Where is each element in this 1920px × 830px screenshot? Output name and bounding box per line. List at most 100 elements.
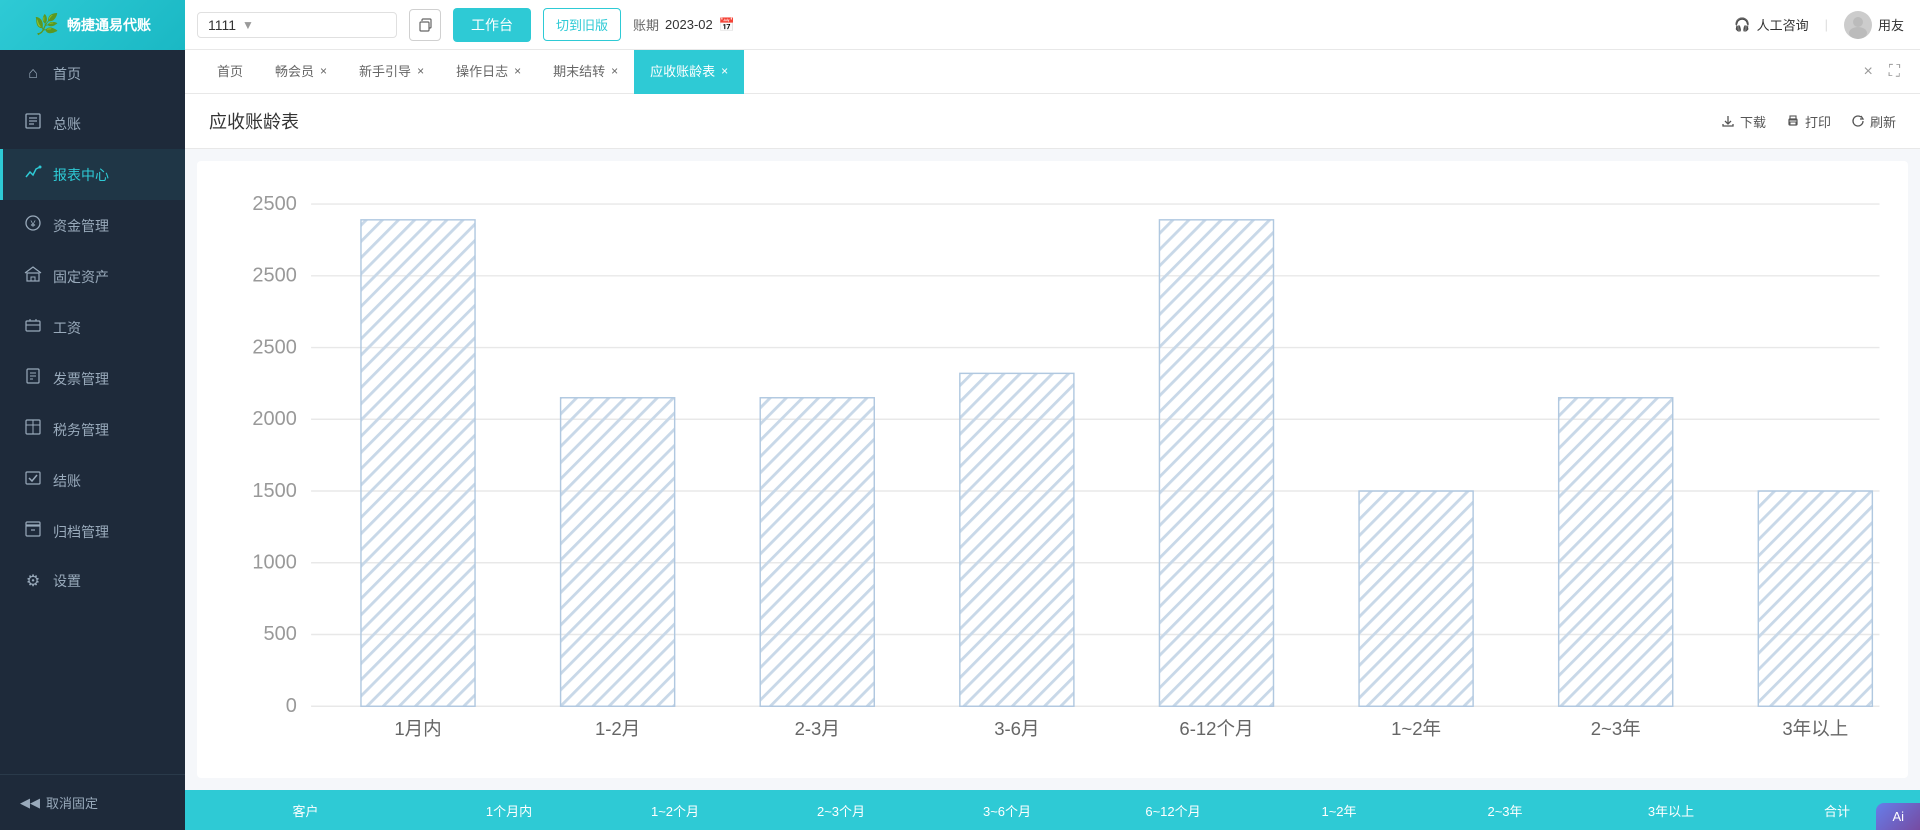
- user-area[interactable]: 用友: [1844, 11, 1904, 39]
- sidebar-item-funds[interactable]: ¥ 资金管理: [0, 200, 185, 251]
- tab-label: 操作日志: [456, 61, 508, 80]
- svg-text:3年以上: 3年以上: [1782, 718, 1848, 739]
- dropdown-arrow-icon: ▼: [242, 18, 254, 32]
- company-name: 1111: [208, 17, 236, 33]
- page-actions: 下载 打印: [1721, 112, 1896, 131]
- table-col-3-6m: 3~6个月: [924, 801, 1090, 820]
- fullscreen-tab-button[interactable]: ⛶: [1885, 59, 1904, 85]
- sidebar-item-checkout[interactable]: 结账: [0, 455, 185, 506]
- tab-close-icon[interactable]: ×: [320, 65, 327, 77]
- consult-area[interactable]: 🎧 人工咨询: [1734, 15, 1808, 34]
- tab-close-icon[interactable]: ×: [721, 65, 728, 77]
- sidebar-item-label: 工资: [53, 318, 81, 338]
- assets-icon: [23, 265, 43, 288]
- table-col-6-12m: 6~12个月: [1090, 801, 1256, 820]
- sidebar-item-salary[interactable]: 工资: [0, 302, 185, 353]
- sidebar-item-home[interactable]: ⌂ 首页: [0, 50, 185, 98]
- page-header: 应收账龄表 下载: [185, 94, 1920, 149]
- download-label: 下载: [1740, 112, 1766, 131]
- cancel-fixed-label: 取消固定: [46, 793, 98, 812]
- tabs-actions: × ⛶: [1859, 59, 1904, 85]
- sidebar-item-ledger[interactable]: 总账: [0, 98, 185, 149]
- svg-text:500: 500: [264, 623, 297, 645]
- tab-close-icon[interactable]: ×: [417, 65, 424, 77]
- svg-text:2500: 2500: [252, 264, 296, 286]
- svg-text:3-6月: 3-6月: [994, 718, 1039, 739]
- sidebar-item-label: 资金管理: [53, 216, 109, 236]
- sidebar-item-tax[interactable]: 税务管理: [0, 404, 185, 455]
- reports-icon: [23, 163, 43, 186]
- print-icon: [1786, 114, 1800, 128]
- tab-oplog[interactable]: 操作日志 ×: [440, 50, 537, 94]
- table-header-bar: 客户 1个月内 1~2个月 2~3个月 3~6个月 6~12个月 1~2年 2~…: [185, 790, 1920, 830]
- tab-label: 应收账龄表: [650, 61, 715, 80]
- sidebar-item-label: 设置: [53, 571, 81, 591]
- sidebar-item-label: 结账: [53, 471, 81, 491]
- tab-label: 期末结转: [553, 61, 605, 80]
- pin-icon: ◀◀: [20, 795, 40, 811]
- headset-icon: 🎧: [1734, 17, 1750, 33]
- tab-guide[interactable]: 新手引导 ×: [343, 50, 440, 94]
- svg-text:0: 0: [286, 695, 297, 717]
- funds-icon: ¥: [23, 214, 43, 237]
- tab-label: 首页: [217, 61, 243, 80]
- print-label: 打印: [1805, 112, 1831, 131]
- table-col-1-2y: 1~2年: [1256, 801, 1422, 820]
- svg-text:1~2年: 1~2年: [1391, 718, 1441, 739]
- refresh-button[interactable]: 刷新: [1851, 112, 1896, 131]
- company-selector[interactable]: 1111 ▼: [197, 12, 397, 38]
- consult-label: 人工咨询: [1757, 15, 1809, 34]
- sidebar-bottom: ◀◀ 取消固定: [0, 774, 185, 830]
- tab-home[interactable]: 首页: [201, 50, 259, 94]
- page-title: 应收账龄表: [209, 108, 299, 134]
- home-icon: ⌂: [23, 65, 43, 83]
- calendar-icon[interactable]: 📅: [719, 17, 735, 33]
- tab-close-icon[interactable]: ×: [611, 65, 618, 77]
- content-area: 首页 畅会员 × 新手引导 × 操作日志 × 期末结转 × 应收账龄表 ×: [185, 50, 1920, 830]
- header-divider: |: [1825, 17, 1828, 32]
- sidebar-item-label: 发票管理: [53, 369, 109, 389]
- tab-member[interactable]: 畅会员 ×: [259, 50, 343, 94]
- refresh-icon: [1851, 114, 1865, 128]
- table-col-1m: 1个月内: [426, 801, 592, 820]
- table-col-2-3y: 2~3年: [1422, 801, 1588, 820]
- sidebar-item-reports[interactable]: 报表中心: [0, 149, 185, 200]
- tab-ar-aging[interactable]: 应收账龄表 ×: [634, 50, 744, 94]
- sidebar-item-settings[interactable]: ⚙ 设置: [0, 557, 185, 605]
- workbench-button[interactable]: 工作台: [453, 8, 531, 42]
- logo-icon: 🌿: [34, 12, 59, 37]
- chart-area: 2500 2500 2500 2000 1500 1000 500 0: [197, 161, 1908, 778]
- switch-version-button[interactable]: 切到旧版: [543, 8, 621, 41]
- sidebar-item-label: 固定资产: [53, 267, 109, 287]
- period-label: 账期: [633, 15, 659, 34]
- ai-label: Ai: [1892, 809, 1904, 824]
- sidebar-item-label: 首页: [53, 64, 81, 84]
- tab-close-icon[interactable]: ×: [514, 65, 521, 77]
- avatar: [1844, 11, 1872, 39]
- checkout-icon: [23, 469, 43, 492]
- sidebar-item-invoice[interactable]: 发票管理: [0, 353, 185, 404]
- sidebar-item-archive[interactable]: 归档管理: [0, 506, 185, 557]
- archive-icon: [23, 520, 43, 543]
- download-icon: [1721, 114, 1735, 128]
- settings-icon: ⚙: [23, 571, 43, 591]
- print-button[interactable]: 打印: [1786, 112, 1831, 131]
- bar-chart: 2500 2500 2500 2000 1500 1000 500 0: [197, 161, 1908, 778]
- tax-icon: [23, 418, 43, 441]
- tab-label: 新手引导: [359, 61, 411, 80]
- sidebar-item-label: 归档管理: [53, 522, 109, 542]
- download-button[interactable]: 下载: [1721, 112, 1766, 131]
- period-value: 2023-02: [665, 17, 713, 32]
- svg-text:2~3年: 2~3年: [1591, 718, 1641, 739]
- ai-badge[interactable]: Ai: [1876, 803, 1920, 830]
- svg-text:2-3月: 2-3月: [795, 718, 840, 739]
- svg-text:1月内: 1月内: [394, 718, 441, 739]
- cancel-fixed-button[interactable]: ◀◀ 取消固定: [20, 785, 165, 820]
- svg-text:2500: 2500: [252, 193, 296, 215]
- close-tab-button[interactable]: ×: [1859, 59, 1876, 85]
- sidebar: ⌂ 首页 总账 报表中心: [0, 50, 185, 830]
- refresh-label: 刷新: [1870, 112, 1896, 131]
- sidebar-item-assets[interactable]: 固定资产: [0, 251, 185, 302]
- tab-period-end[interactable]: 期末结转 ×: [537, 50, 634, 94]
- copy-button[interactable]: [409, 9, 441, 41]
